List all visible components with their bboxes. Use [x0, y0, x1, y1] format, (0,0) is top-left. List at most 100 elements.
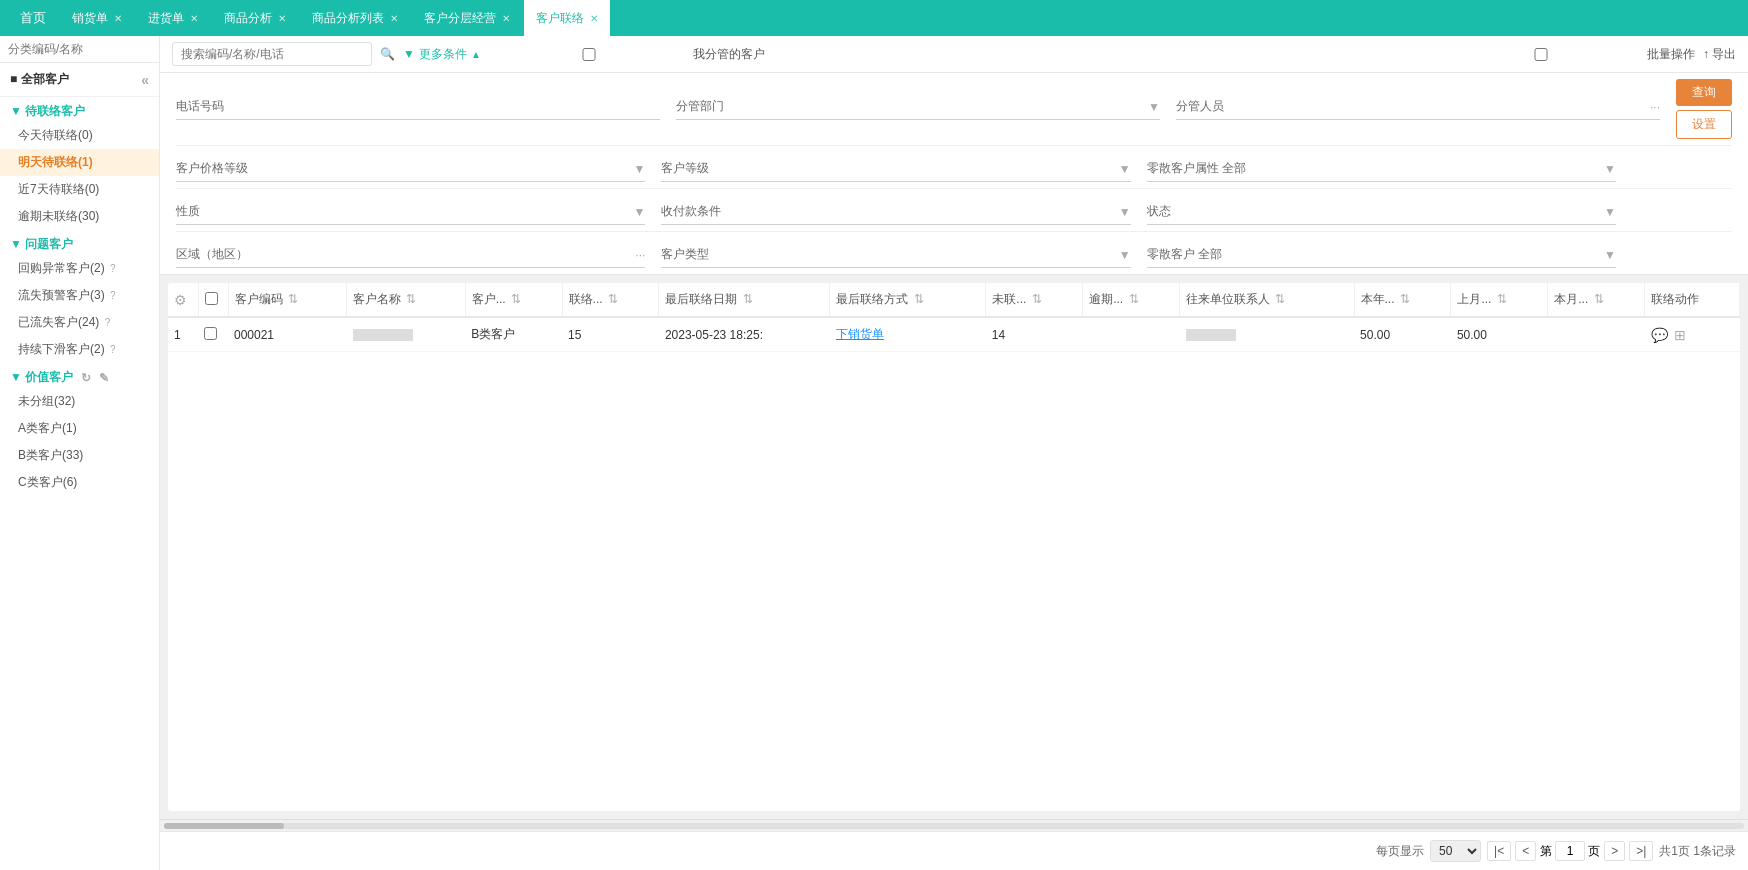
chevron-down-icon[interactable]: ▼: [633, 162, 645, 176]
refresh-icon[interactable]: ↻: [81, 371, 91, 385]
sort-icon[interactable]: ⇅: [1400, 292, 1410, 306]
last-contact-method-link[interactable]: 下销货单: [836, 327, 884, 341]
scrollbar-thumb[interactable]: [164, 823, 284, 829]
page-number-input[interactable]: [1555, 841, 1585, 861]
filter-label-retail-attr: 零散客户属性 全部: [1147, 160, 1246, 177]
chevron-down-icon[interactable]: ▼: [1148, 100, 1160, 114]
close-icon[interactable]: ✕: [390, 13, 398, 24]
chevron-down-icon[interactable]: ▼: [1119, 205, 1131, 219]
sidebar-item-abnormal[interactable]: 回购异常客户(2) ?: [0, 255, 159, 282]
close-icon[interactable]: ✕: [278, 13, 286, 24]
td-last-date: 2023-05-23 18:25:: [659, 317, 830, 352]
settings-button[interactable]: 设置: [1676, 110, 1732, 139]
next-page-btn[interactable]: >: [1604, 841, 1625, 861]
horizontal-scrollbar[interactable]: [160, 819, 1748, 831]
sidebar-item-declining[interactable]: 持续下滑客户(2) ?: [0, 336, 159, 363]
dots-icon[interactable]: ···: [1650, 100, 1660, 114]
last-page-btn[interactable]: >|: [1629, 841, 1653, 861]
collapse-icon[interactable]: «: [141, 72, 149, 88]
nav-item-sales[interactable]: 销货单 ✕: [60, 0, 134, 36]
batch-op-btn[interactable]: 批量操作: [1441, 46, 1695, 63]
row-checkbox[interactable]: [204, 327, 217, 340]
dots-icon[interactable]: ···: [635, 248, 645, 262]
batch-checkbox[interactable]: [1441, 48, 1641, 61]
search-button[interactable]: 🔍: [380, 47, 395, 61]
sidebar-item-overdue[interactable]: 逾期未联络(30): [0, 203, 159, 230]
close-icon[interactable]: ✕: [114, 13, 122, 24]
th-customer-type: 客户... ⇅: [465, 283, 562, 317]
search-input[interactable]: [172, 42, 372, 66]
select-all-checkbox[interactable]: [205, 292, 218, 305]
close-icon[interactable]: ✕: [502, 13, 510, 24]
chevron-down-icon[interactable]: ▼: [633, 205, 645, 219]
query-button[interactable]: 查询: [1676, 79, 1732, 106]
close-icon[interactable]: ✕: [590, 13, 598, 24]
td-last-month: 50.00: [1451, 317, 1548, 352]
qr-icon[interactable]: ⊞: [1674, 327, 1686, 343]
first-page-btn[interactable]: |<: [1487, 841, 1511, 861]
chevron-down-icon[interactable]: ▼: [1604, 248, 1616, 262]
sort-icon[interactable]: ⇅: [288, 292, 298, 306]
sidebar-group-problem[interactable]: ▼ 问题客户: [0, 230, 159, 255]
sort-icon[interactable]: ⇅: [1594, 292, 1604, 306]
page-label: 第: [1540, 843, 1552, 860]
nav-item-analysis-list[interactable]: 商品分析列表 ✕: [300, 0, 410, 36]
help-icon: ?: [105, 317, 111, 328]
sort-icon[interactable]: ⇅: [511, 292, 521, 306]
sidebar-item-class-a[interactable]: A类客户(1): [0, 415, 159, 442]
sort-icon[interactable]: ⇅: [1032, 292, 1042, 306]
gear-icon[interactable]: ⚙: [174, 292, 187, 308]
scrollbar-track: [164, 823, 1744, 829]
sidebar-item-ungrouped[interactable]: 未分组(32): [0, 388, 159, 415]
prev-page-btn[interactable]: <: [1515, 841, 1536, 861]
chevron-down-icon[interactable]: ▼: [1119, 248, 1131, 262]
chevron-down-icon[interactable]: ▼: [1604, 205, 1616, 219]
th-this-month: 本月... ⇅: [1548, 283, 1645, 317]
filter-label-phone: 电话号码: [176, 98, 236, 115]
sidebar-item-class-c[interactable]: C类客户(6): [0, 469, 159, 496]
sidebar-item-tomorrow[interactable]: 明天待联络(1): [0, 149, 159, 176]
sort-icon[interactable]: ⇅: [1497, 292, 1507, 306]
export-btn[interactable]: ↑ 导出: [1703, 46, 1736, 63]
nav-item-customer-contact[interactable]: 客户联络 ✕: [524, 0, 610, 36]
chevron-down-icon[interactable]: ▼: [1119, 162, 1131, 176]
help-icon: ?: [110, 290, 116, 301]
edit-icon[interactable]: ✎: [99, 371, 109, 385]
nav-item-purchase[interactable]: 进货单 ✕: [136, 0, 210, 36]
sidebar-group-value[interactable]: ▼ 价值客户 ↻ ✎: [0, 363, 159, 388]
per-page-select[interactable]: 50 100 200: [1430, 840, 1481, 862]
td-uncontacted: 14: [986, 317, 1083, 352]
data-table: ⚙ 客户编码 ⇅ 客户名称 ⇅: [168, 283, 1740, 352]
nav-home[interactable]: 首页: [8, 0, 58, 36]
filter-label-manager: 分管人员: [1176, 98, 1236, 115]
sidebar-item-7days[interactable]: 近7天待联络(0): [0, 176, 159, 203]
sort-icon[interactable]: ⇅: [406, 292, 416, 306]
chevron-down-icon[interactable]: ▼: [1604, 162, 1616, 176]
sort-icon[interactable]: ⇅: [743, 292, 753, 306]
sidebar-item-today[interactable]: 今天待联络(0): [0, 122, 159, 149]
sidebar-group-pending[interactable]: ▼ 待联络客户: [0, 97, 159, 122]
close-icon[interactable]: ✕: [190, 13, 198, 24]
sidebar-item-at-risk[interactable]: 流失预警客户(3) ?: [0, 282, 159, 309]
sidebar-all-customers[interactable]: ■ 全部客户 «: [0, 63, 159, 97]
sort-icon[interactable]: ⇅: [608, 292, 618, 306]
td-this-year: 50.00: [1354, 317, 1451, 352]
sidebar-item-class-b[interactable]: B类客户(33): [0, 442, 159, 469]
top-nav: 首页 销货单 ✕ 进货单 ✕ 商品分析 ✕ 商品分析列表 ✕ 客户分层经营 ✕ …: [0, 0, 1748, 36]
sidebar-search-input[interactable]: [8, 42, 158, 56]
more-filter-btn[interactable]: ▼ 更多条件 ▲: [403, 46, 481, 63]
sort-icon[interactable]: ⇅: [1129, 292, 1139, 306]
sort-icon[interactable]: ⇅: [914, 292, 924, 306]
sidebar-item-lost[interactable]: 已流失客户(24) ?: [0, 309, 159, 336]
nav-item-analysis[interactable]: 商品分析 ✕: [212, 0, 298, 36]
nav-item-customer-tier[interactable]: 客户分层经营 ✕: [412, 0, 522, 36]
td-overdue: [1083, 317, 1180, 352]
total-info: 共1页 1条记录: [1659, 843, 1736, 860]
message-icon[interactable]: 💬: [1651, 327, 1668, 343]
td-action: 💬 ⊞: [1645, 317, 1740, 352]
my-customers-check[interactable]: [489, 48, 689, 61]
filter-label-dept: 分管部门: [676, 98, 736, 115]
td-index: 1: [168, 317, 198, 352]
sort-icon[interactable]: ⇅: [1275, 292, 1285, 306]
my-customers-checkbox[interactable]: 我分管的客户: [489, 46, 765, 63]
